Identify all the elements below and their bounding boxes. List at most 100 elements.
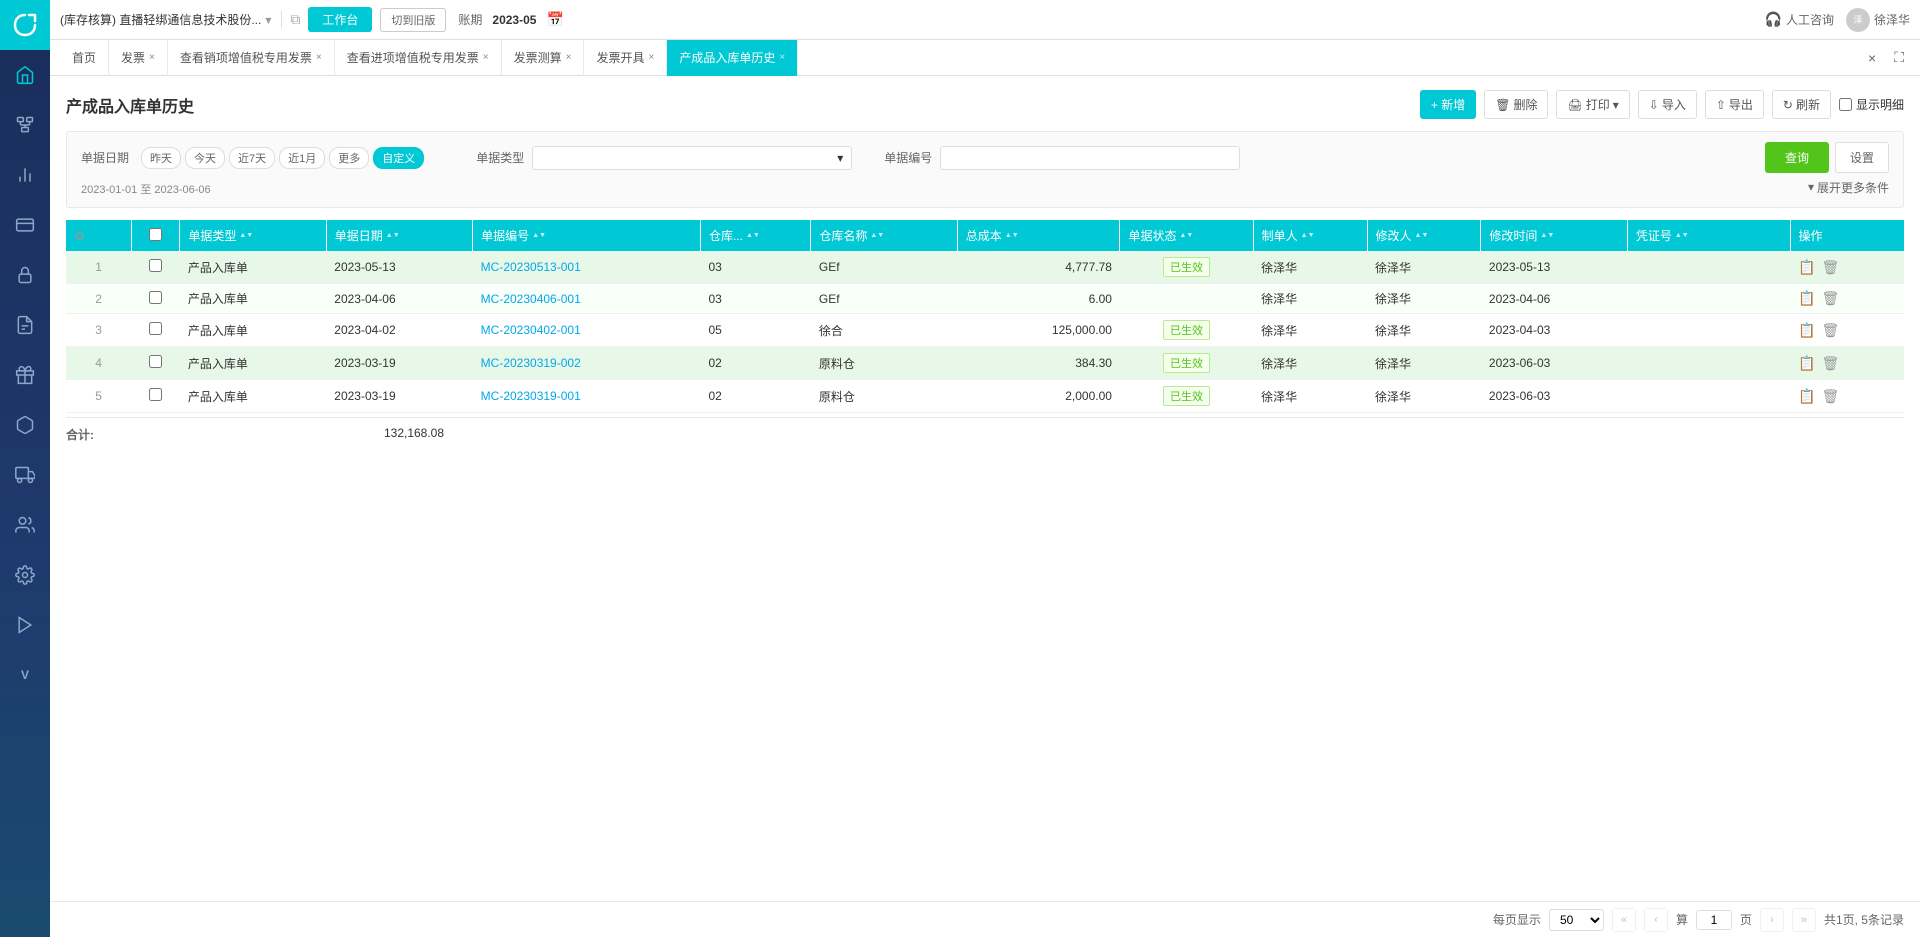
tab-purchase-vat[interactable]: 查看进项增值税专用发票 × <box>335 40 502 76</box>
company-name[interactable]: (库存核算) 直播轻绑通信息技术股份... ▾ <box>60 11 282 28</box>
th-voucher[interactable]: 凭证号 ▲▼ <box>1627 220 1790 251</box>
th-checkbox[interactable] <box>131 220 180 251</box>
sidebar-item-lock[interactable] <box>0 250 50 300</box>
user-profile[interactable]: 泽 徐泽华 <box>1846 8 1910 32</box>
tab-open-close[interactable]: × <box>648 52 654 63</box>
sidebar-item-org[interactable] <box>0 100 50 150</box>
filter-today[interactable]: 今天 <box>185 147 225 169</box>
th-date[interactable]: 单据日期 ▲▼ <box>326 220 472 251</box>
tab-invoice[interactable]: 发票 × <box>109 40 168 76</box>
row-delete-icon[interactable]: 🗑 <box>1821 388 1839 405</box>
refresh-button[interactable]: ↻ 刷新 <box>1772 90 1831 119</box>
sidebar-item-home[interactable] <box>0 50 50 100</box>
row-delete-icon[interactable]: 🗑 <box>1821 290 1839 307</box>
row-delete-icon[interactable]: 🗑 <box>1821 322 1839 339</box>
show-detail-toggle[interactable]: 显示明细 <box>1839 96 1904 113</box>
last-page-button[interactable]: » <box>1792 908 1816 932</box>
next-page-button[interactable]: › <box>1760 908 1784 932</box>
import-button[interactable]: ⇩ 导入 <box>1638 90 1697 119</box>
sidebar-item-invoice[interactable] <box>0 350 50 400</box>
row-code-link[interactable]: MC-20230406-001 <box>481 292 581 306</box>
tab-calc[interactable]: 发票测算 × <box>502 40 585 76</box>
switch-version-button[interactable]: 切到旧版 <box>380 8 446 32</box>
expand-conditions-button[interactable]: ▾ 展开更多条件 <box>1808 179 1889 196</box>
row-delete-icon[interactable]: 🗑 <box>1821 355 1839 372</box>
tab-product-history[interactable]: 产成品入库单历史 × <box>667 40 798 76</box>
tab-sales-vat[interactable]: 查看销项增值税专用发票 × <box>168 40 335 76</box>
sidebar-item-settings[interactable] <box>0 550 50 600</box>
row-checkbox-cell[interactable] <box>131 251 180 284</box>
select-all-checkbox[interactable] <box>149 228 162 241</box>
row-delete-icon[interactable]: 🗑 <box>1821 259 1839 276</box>
th-total-cost[interactable]: 总成本 ▲▼ <box>957 220 1120 251</box>
tab-expand-button[interactable]: ⛶ <box>1888 47 1910 68</box>
row-code[interactable]: MC-20230319-002 <box>473 347 701 380</box>
row-code-link[interactable]: MC-20230319-001 <box>481 389 581 403</box>
filter-code-input[interactable] <box>940 146 1240 170</box>
per-page-select[interactable]: 20 50 100 <box>1549 909 1604 931</box>
tab-home[interactable]: 首页 <box>60 40 109 76</box>
th-status[interactable]: 单据状态 ▲▼ <box>1120 220 1253 251</box>
row-code[interactable]: MC-20230513-001 <box>473 251 701 284</box>
row-code-link[interactable]: MC-20230402-001 <box>481 323 581 337</box>
sidebar-item-media[interactable] <box>0 600 50 650</box>
th-code[interactable]: 单据编号 ▲▼ <box>473 220 701 251</box>
row-code[interactable]: MC-20230406-001 <box>473 284 701 314</box>
row-code[interactable]: MC-20230402-001 <box>473 314 701 347</box>
tab-purchase-vat-close[interactable]: × <box>483 52 489 63</box>
filter-1month[interactable]: 近1月 <box>279 147 325 169</box>
sidebar-item-people[interactable] <box>0 500 50 550</box>
row-edit-icon[interactable]: 📋 <box>1798 355 1815 372</box>
row-checkbox[interactable] <box>149 322 162 335</box>
setting-button[interactable]: 设置 <box>1835 142 1889 173</box>
th-warehouse-id[interactable]: 仓库... ▲▼ <box>700 220 810 251</box>
tab-collapse-button[interactable]: × <box>1862 47 1882 68</box>
sidebar-item-document[interactable] <box>0 300 50 350</box>
row-edit-icon[interactable]: 📋 <box>1798 388 1815 405</box>
help-button[interactable]: 🎧 人工咨询 <box>1765 11 1834 28</box>
row-checkbox-cell[interactable] <box>131 380 180 413</box>
tab-calc-close[interactable]: × <box>566 52 572 63</box>
row-checkbox[interactable] <box>149 355 162 368</box>
workbench-button[interactable]: 工作台 <box>308 7 372 32</box>
export-button[interactable]: ⇧ 导出 <box>1705 90 1764 119</box>
delete-button[interactable]: 🗑 删除 <box>1484 90 1548 119</box>
row-code-link[interactable]: MC-20230319-002 <box>481 356 581 370</box>
row-checkbox-cell[interactable] <box>131 347 180 380</box>
row-code-link[interactable]: MC-20230513-001 <box>481 260 581 274</box>
sidebar-item-analysis[interactable] <box>0 150 50 200</box>
sidebar-item-vip[interactable]: V <box>0 650 50 700</box>
new-button[interactable]: + 新增 <box>1420 90 1476 119</box>
query-button[interactable]: 查询 <box>1765 142 1829 173</box>
th-settings[interactable]: ⚙ <box>66 220 131 251</box>
first-page-button[interactable]: « <box>1612 908 1636 932</box>
th-type[interactable]: 单据类型 ▲▼ <box>180 220 326 251</box>
filter-7days[interactable]: 近7天 <box>229 147 275 169</box>
tab-product-history-close[interactable]: × <box>779 52 785 63</box>
sidebar-item-inventory[interactable] <box>0 400 50 450</box>
row-checkbox[interactable] <box>149 291 162 304</box>
row-checkbox[interactable] <box>149 259 162 272</box>
calendar-icon[interactable]: 📅 <box>546 11 563 28</box>
row-edit-icon[interactable]: 📋 <box>1798 290 1815 307</box>
prev-page-button[interactable]: ‹ <box>1644 908 1668 932</box>
row-code[interactable]: MC-20230319-001 <box>473 380 701 413</box>
th-creator[interactable]: 制单人 ▲▼ <box>1253 220 1367 251</box>
tab-invoice-close[interactable]: × <box>149 52 155 63</box>
th-modifier[interactable]: 修改人 ▲▼ <box>1367 220 1481 251</box>
print-button[interactable]: 🖨 打印 ▾ <box>1556 90 1629 119</box>
sidebar-item-purchase[interactable] <box>0 450 50 500</box>
row-edit-icon[interactable]: 📋 <box>1798 259 1815 276</box>
show-detail-checkbox[interactable] <box>1839 98 1852 111</box>
th-modify-time[interactable]: 修改时间 ▲▼ <box>1481 220 1627 251</box>
th-warehouse-name[interactable]: 仓库名称 ▲▼ <box>811 220 957 251</box>
row-checkbox-cell[interactable] <box>131 284 180 314</box>
filter-yesterday[interactable]: 昨天 <box>141 147 181 169</box>
row-edit-icon[interactable]: 📋 <box>1798 322 1815 339</box>
sidebar-item-finance[interactable] <box>0 200 50 250</box>
row-checkbox-cell[interactable] <box>131 314 180 347</box>
page-number-input[interactable] <box>1696 910 1732 930</box>
tab-open[interactable]: 发票开具 × <box>584 40 667 76</box>
filter-type-select[interactable]: ▾ <box>532 146 852 170</box>
filter-more[interactable]: 更多 <box>329 147 369 169</box>
